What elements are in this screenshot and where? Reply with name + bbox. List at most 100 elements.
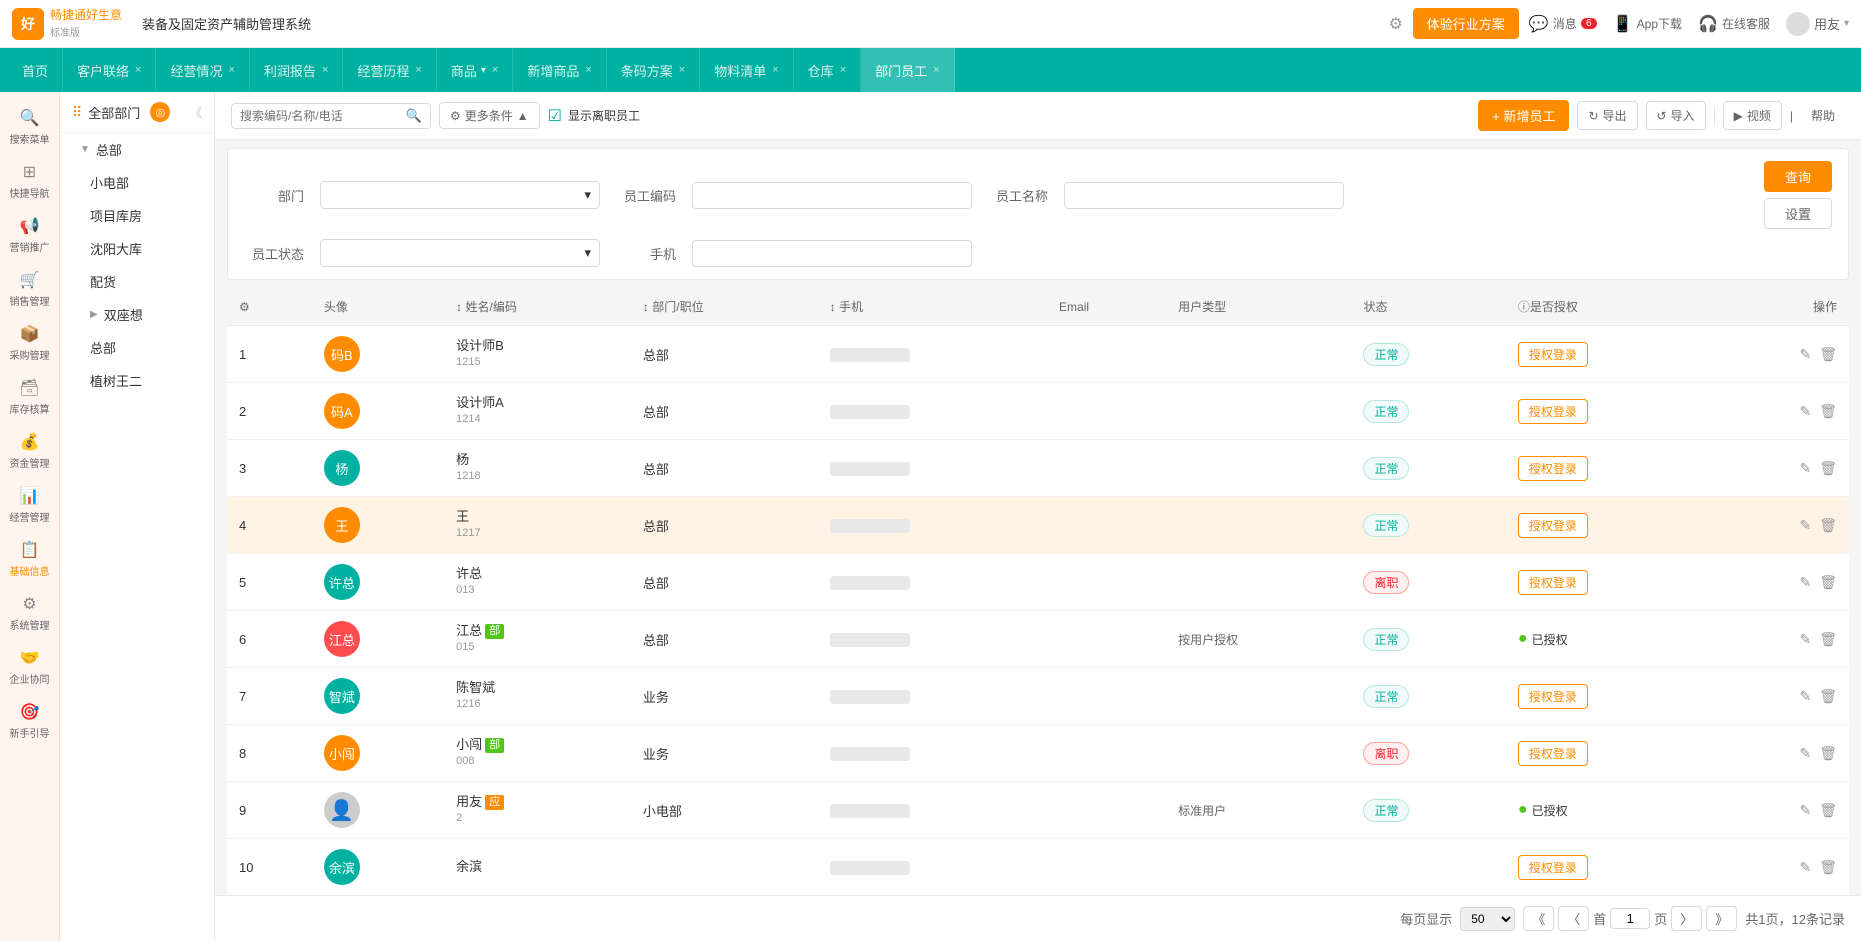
delete-icon[interactable]: 🗑 <box>1819 460 1837 477</box>
edit-icon[interactable]: ✎ <box>1799 574 1811 591</box>
sidebar-item-nav[interactable]: ⊞ 快捷导航 <box>0 154 59 208</box>
auth-button[interactable]: 授权登录 <box>1518 570 1588 595</box>
edit-icon[interactable]: ✎ <box>1799 346 1811 363</box>
emp-code-input[interactable] <box>692 182 972 209</box>
sidebar-item-basic[interactable]: 📋 基础信息 <box>0 532 59 586</box>
import-button[interactable]: ↺ 导入 <box>1646 101 1706 130</box>
tab-customer[interactable]: 客户联络× <box>63 48 156 92</box>
tree-node-xiaodibu[interactable]: 小电部 <box>60 166 214 199</box>
auth-button[interactable]: 授权登录 <box>1518 342 1588 367</box>
delete-icon[interactable]: 🗑 <box>1819 403 1837 420</box>
last-page-button[interactable]: 》 <box>1706 906 1737 931</box>
close-icon[interactable]: × <box>933 64 939 76</box>
emp-status-select[interactable]: ▾ <box>320 239 600 267</box>
query-button[interactable]: 查询 <box>1764 161 1832 192</box>
per-page-select[interactable]: 50 100 200 <box>1460 907 1515 931</box>
edit-icon[interactable]: ✎ <box>1799 460 1811 477</box>
delete-icon[interactable]: 🗑 <box>1819 346 1837 363</box>
auth-button[interactable]: 授权登录 <box>1518 513 1588 538</box>
edit-icon[interactable]: ✎ <box>1799 403 1811 420</box>
tree-node-shenyang[interactable]: 沈阳大库 <box>60 232 214 265</box>
tab-warehouse[interactable]: 仓库× <box>794 48 861 92</box>
sidebar-item-collab[interactable]: 🤝 企业协同 <box>0 640 59 694</box>
close-icon[interactable]: × <box>228 64 234 76</box>
close-icon[interactable]: × <box>135 64 141 76</box>
close-icon[interactable]: × <box>492 64 498 76</box>
tab-barcode[interactable]: 条码方案× <box>607 48 700 92</box>
sidebar-item-sales[interactable]: 🛒 销售管理 <box>0 262 59 316</box>
add-employee-button[interactable]: + 新增员工 <box>1478 100 1569 131</box>
current-page-input[interactable] <box>1610 908 1650 929</box>
online-service-button[interactable]: 🎧 在线客服 <box>1698 14 1770 34</box>
tree-node-peihuo[interactable]: 配货 <box>60 265 214 298</box>
tree-node-project[interactable]: 项目库房 <box>60 199 214 232</box>
col-settings[interactable]: ⚙ <box>227 288 312 326</box>
sidebar-item-guide[interactable]: 🎯 新手引导 <box>0 694 59 748</box>
message-button[interactable]: 💬 消息 6 <box>1529 14 1597 34</box>
close-icon[interactable]: × <box>415 64 421 76</box>
close-icon[interactable]: × <box>840 64 846 76</box>
first-page-button[interactable]: 《 <box>1523 906 1554 931</box>
tree-node-shuangzuo[interactable]: ▶ 双座想 <box>60 298 214 331</box>
delete-icon[interactable]: 🗑 <box>1819 688 1837 705</box>
auth-button[interactable]: 授权登录 <box>1518 399 1588 424</box>
delete-icon[interactable]: 🗑 <box>1819 631 1837 648</box>
auth-button[interactable]: 授权登录 <box>1518 684 1588 709</box>
edit-icon[interactable]: ✎ <box>1799 517 1811 534</box>
auth-button[interactable]: 授权登录 <box>1518 855 1588 880</box>
prev-page-button[interactable]: 〈 <box>1558 906 1589 931</box>
tab-operation[interactable]: 经营情况× <box>156 48 249 92</box>
search-input[interactable] <box>240 109 402 123</box>
close-icon[interactable]: × <box>585 64 591 76</box>
tab-goods[interactable]: 商品▾× <box>437 48 513 92</box>
delete-icon[interactable]: 🗑 <box>1819 745 1837 762</box>
help-button[interactable]: 帮助 <box>1801 102 1845 129</box>
col-phone[interactable]: ↕ 手机 <box>818 288 1047 326</box>
edit-icon[interactable]: ✎ <box>1799 802 1811 819</box>
video-button[interactable]: ▶ 视频 <box>1723 101 1782 130</box>
export-button[interactable]: ↻ 导出 <box>1577 101 1637 130</box>
app-download-button[interactable]: 📱 App下载 <box>1613 14 1682 34</box>
tree-node-headquarters[interactable]: ▼ 总部 <box>60 133 214 166</box>
trial-button[interactable]: 体验行业方案 <box>1413 8 1519 39</box>
col-name[interactable]: ↕ 姓名/编码 <box>444 288 631 326</box>
auth-button[interactable]: 授权登录 <box>1518 741 1588 766</box>
gear-button[interactable]: ⚙ <box>1388 14 1402 34</box>
user-area[interactable]: 用友 ▾ <box>1786 12 1849 36</box>
dept-select[interactable]: ▾ <box>320 181 600 209</box>
tab-department[interactable]: 部门员工× <box>861 48 954 92</box>
delete-icon[interactable]: 🗑 <box>1819 859 1837 876</box>
edit-icon[interactable]: ✎ <box>1799 859 1811 876</box>
phone-input[interactable] <box>692 240 972 267</box>
sidebar-item-marketing[interactable]: 📢 营销推广 <box>0 208 59 262</box>
collapse-button[interactable]: 《 <box>190 104 202 121</box>
sidebar-item-purchase[interactable]: 📦 采购管理 <box>0 316 59 370</box>
close-icon[interactable]: × <box>772 64 778 76</box>
search-box[interactable]: 🔍 <box>231 103 431 129</box>
emp-name-input[interactable] <box>1064 182 1344 209</box>
tree-node-zongbu[interactable]: 总部 <box>60 331 214 364</box>
delete-icon[interactable]: 🗑 <box>1819 517 1837 534</box>
tab-profit[interactable]: 利润报告× <box>250 48 343 92</box>
tab-home[interactable]: 首页 <box>8 48 63 92</box>
tab-history[interactable]: 经营历程× <box>343 48 436 92</box>
edit-icon[interactable]: ✎ <box>1799 631 1811 648</box>
col-dept[interactable]: ↕ 部门/职位 <box>631 288 818 326</box>
close-icon[interactable]: × <box>679 64 685 76</box>
reset-button[interactable]: 设置 <box>1764 198 1832 229</box>
sidebar-item-search[interactable]: 🔍 搜索菜单 <box>0 100 59 154</box>
tab-material[interactable]: 物料清单× <box>700 48 793 92</box>
more-filter-button[interactable]: ⚙ 更多条件 ▲ <box>439 102 540 129</box>
sidebar-item-finance[interactable]: 💰 资金管理 <box>0 424 59 478</box>
delete-icon[interactable]: 🗑 <box>1819 574 1837 591</box>
auth-button[interactable]: 授权登录 <box>1518 456 1588 481</box>
edit-icon[interactable]: ✎ <box>1799 745 1811 762</box>
close-icon[interactable]: × <box>322 64 328 76</box>
sidebar-item-inventory[interactable]: 🗃 库存核算 <box>0 370 59 424</box>
tree-node-zhishu[interactable]: 植树王二 <box>60 364 214 397</box>
tab-add-goods[interactable]: 新增商品× <box>513 48 606 92</box>
sidebar-item-system[interactable]: ⚙ 系统管理 <box>0 586 59 640</box>
delete-icon[interactable]: 🗑 <box>1819 802 1837 819</box>
next-page-button[interactable]: 〉 <box>1671 906 1702 931</box>
show-resigned-toggle[interactable]: ☑ 显示离职员工 <box>548 106 640 126</box>
